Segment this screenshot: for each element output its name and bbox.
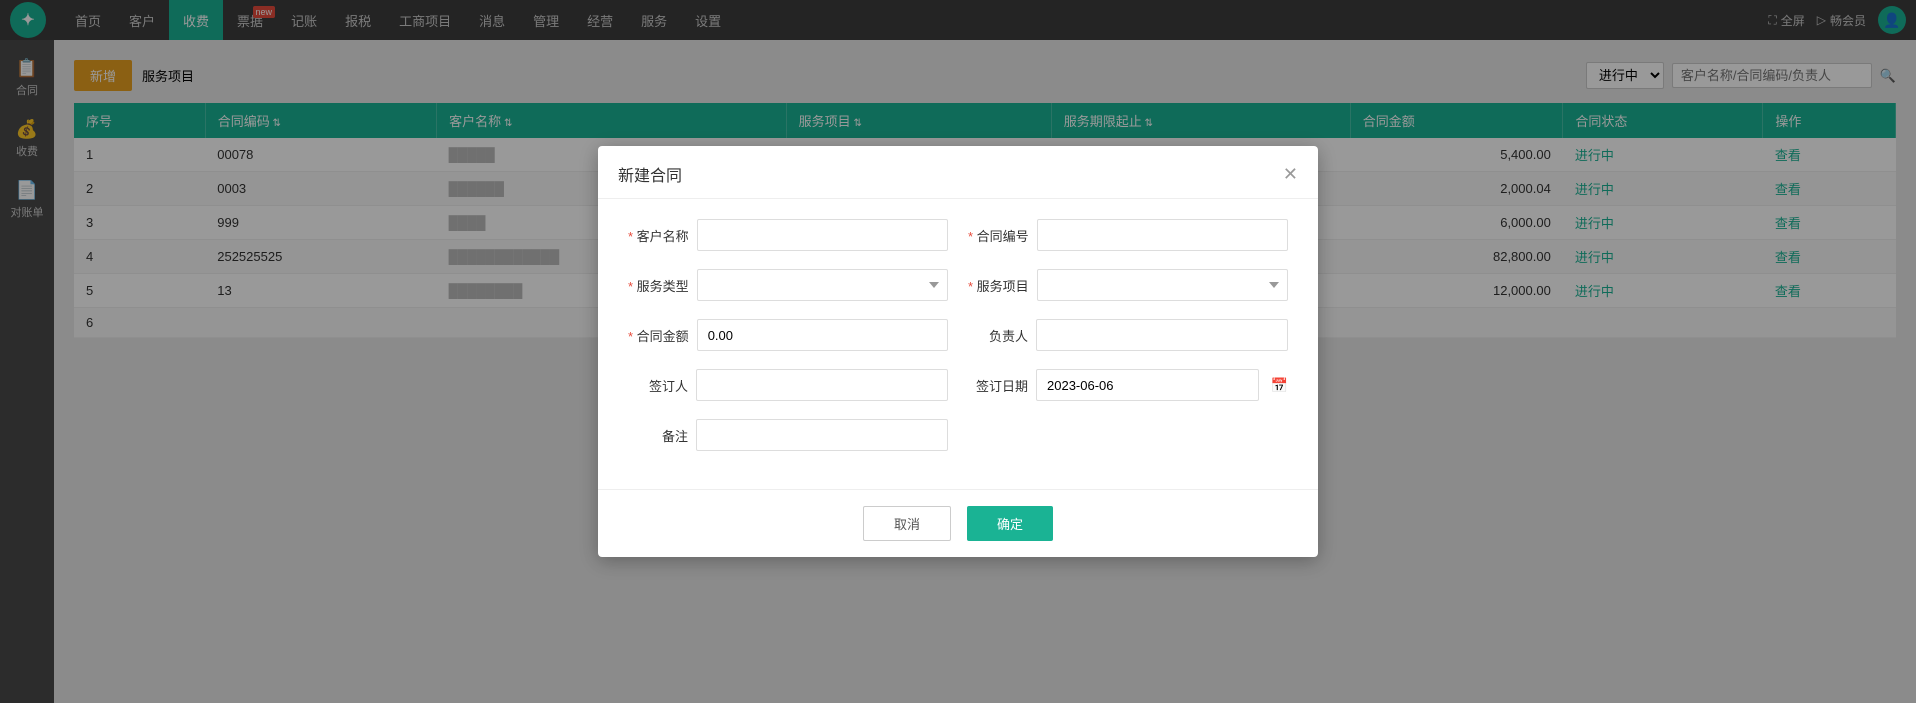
contract-amount-label: 合同金额 bbox=[628, 326, 689, 345]
form-row-1: 客户名称 合同编号 bbox=[628, 219, 1288, 251]
close-icon[interactable]: ✕ bbox=[1283, 165, 1298, 183]
calendar-icon[interactable]: 📅 bbox=[1271, 377, 1288, 394]
responsible-label: 负责人 bbox=[968, 326, 1028, 345]
signer-label: 签订人 bbox=[628, 376, 688, 395]
remark-group: 备注 bbox=[628, 419, 948, 451]
service-item-select[interactable] bbox=[1037, 269, 1288, 301]
cancel-button[interactable]: 取消 bbox=[863, 506, 951, 541]
responsible-input[interactable] bbox=[1036, 319, 1288, 351]
customer-name-input[interactable] bbox=[697, 219, 948, 251]
responsible-group: 负责人 bbox=[968, 319, 1288, 351]
customer-name-group: 客户名称 bbox=[628, 219, 948, 251]
signer-group: 签订人 bbox=[628, 369, 948, 401]
form-row-5: 备注 bbox=[628, 419, 1288, 451]
sign-date-label: 签订日期 bbox=[968, 376, 1028, 395]
contract-no-input[interactable] bbox=[1037, 219, 1288, 251]
form-row-3: 合同金额 负责人 bbox=[628, 319, 1288, 351]
modal-footer: 取消 确定 bbox=[598, 489, 1318, 557]
service-item-label: 服务项目 bbox=[968, 276, 1029, 295]
sign-date-input[interactable] bbox=[1036, 369, 1259, 401]
customer-name-label: 客户名称 bbox=[628, 226, 689, 245]
modal-overlay[interactable]: 新建合同 ✕ 客户名称 合同编号 服务类型 bbox=[0, 0, 1916, 703]
modal-header: 新建合同 ✕ bbox=[598, 146, 1318, 199]
signer-input[interactable] bbox=[696, 369, 948, 401]
form-row-4: 签订人 签订日期 📅 bbox=[628, 369, 1288, 401]
service-type-label: 服务类型 bbox=[628, 276, 689, 295]
service-type-select[interactable] bbox=[697, 269, 948, 301]
remark-input[interactable] bbox=[696, 419, 948, 451]
contract-amount-group: 合同金额 bbox=[628, 319, 948, 351]
form-row-2: 服务类型 服务项目 bbox=[628, 269, 1288, 301]
sign-date-group: 签订日期 📅 bbox=[968, 369, 1288, 401]
contract-no-label: 合同编号 bbox=[968, 226, 1029, 245]
confirm-button[interactable]: 确定 bbox=[967, 506, 1053, 541]
contract-amount-input[interactable] bbox=[697, 319, 948, 351]
remark-label: 备注 bbox=[628, 426, 688, 445]
new-contract-modal: 新建合同 ✕ 客户名称 合同编号 服务类型 bbox=[598, 146, 1318, 557]
contract-no-group: 合同编号 bbox=[968, 219, 1288, 251]
modal-title: 新建合同 bbox=[618, 162, 682, 186]
service-type-group: 服务类型 bbox=[628, 269, 948, 301]
service-item-group: 服务项目 bbox=[968, 269, 1288, 301]
modal-body: 客户名称 合同编号 服务类型 服务项目 bbox=[598, 199, 1318, 489]
